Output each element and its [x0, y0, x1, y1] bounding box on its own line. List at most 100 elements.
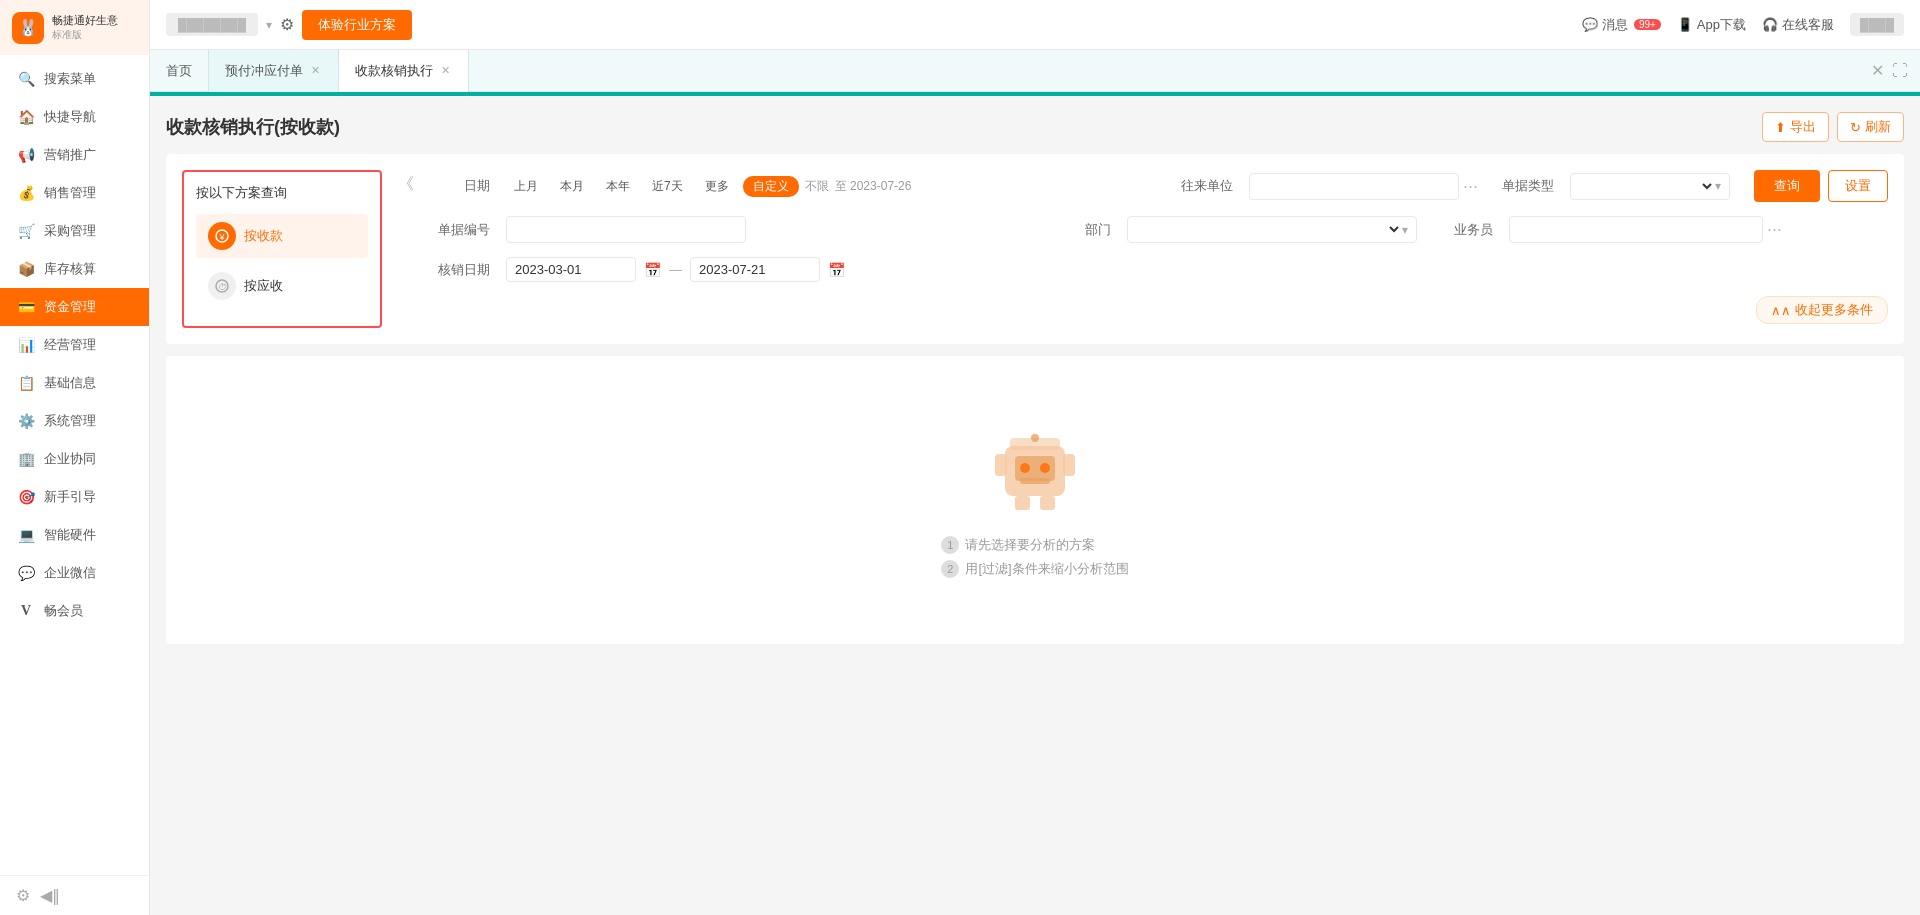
counterparty-more-btn[interactable]: ··· [1463, 176, 1478, 197]
page-title: 收款核销执行(按收款) [166, 115, 340, 139]
message-icon: 💬 [1582, 17, 1598, 32]
app-download-button[interactable]: 📱 App下载 [1677, 16, 1746, 34]
tabbar-actions: ✕ ⛶ [1871, 61, 1920, 80]
logo-icon: 🐰 [12, 12, 44, 44]
doc-no-input[interactable] [506, 216, 746, 243]
refresh-button[interactable]: ↻ 刷新 [1837, 112, 1904, 142]
newbie-icon: 🎯 [16, 489, 36, 505]
sidebar-item-sales[interactable]: 💰 销售管理 [0, 174, 149, 212]
user-info: ████ [1850, 13, 1904, 36]
operation-icon: 📊 [16, 337, 36, 353]
counterparty-input[interactable] [1249, 173, 1459, 200]
dept-select[interactable]: ▾ [1127, 216, 1418, 243]
sidebar-item-operation[interactable]: 📊 经营管理 [0, 326, 149, 364]
online-service-button[interactable]: 🎧 在线客服 [1762, 16, 1834, 34]
svg-rect-12 [1040, 496, 1055, 510]
empty-hint-1: 1 请先选择要分析的方案 [941, 536, 1128, 554]
message-button[interactable]: 💬 消息 99+ [1582, 16, 1661, 34]
doc-type-label: 单据类型 [1494, 177, 1554, 195]
sidebar-item-finance[interactable]: 💳 资金管理 [0, 288, 149, 326]
sidebar-item-search[interactable]: 🔍 搜索菜单 [0, 60, 149, 98]
topbar: ████████ ▾ ⚙ 体验行业方案 💬 消息 99+ 📱 App下载 🎧 在… [150, 0, 1920, 50]
write-off-start-calendar-icon[interactable]: 📅 [644, 262, 661, 278]
query-option-by-receivable[interactable]: ⏱ 按应收 [196, 264, 368, 308]
date-last-month-btn[interactable]: 上月 [506, 176, 546, 197]
sidebar-item-inventory[interactable]: 📦 库存核算 [0, 250, 149, 288]
sidebar-collapse-button[interactable]: ◀‖ [40, 886, 60, 905]
tabbar-close-all-button[interactable]: ✕ [1871, 61, 1884, 80]
svg-rect-9 [995, 454, 1007, 476]
doc-type-select[interactable]: ▾ [1570, 173, 1730, 200]
date-more-btn[interactable]: 更多 [697, 176, 737, 197]
dept-select-input[interactable] [1136, 221, 1403, 238]
empty-hint-2: 2 用[过滤]条件来缩小分析范围 [941, 560, 1128, 578]
sidebar-item-member[interactable]: V 畅会员 [0, 592, 149, 630]
date-custom-btn[interactable]: 自定义 [743, 176, 799, 197]
settings-button[interactable]: 设置 [1828, 170, 1888, 202]
topbar-dropdown-arrow[interactable]: ▾ [266, 18, 272, 32]
industry-solution-button[interactable]: 体验行业方案 [302, 10, 412, 40]
svg-point-6 [1020, 463, 1030, 473]
tab-prepay-close[interactable]: ✕ [309, 62, 322, 79]
svg-rect-8 [1020, 478, 1050, 484]
write-off-start-input[interactable] [506, 257, 636, 282]
topbar-gear-icon[interactable]: ⚙ [280, 15, 294, 34]
sidebar-item-purchase[interactable]: 🛒 采购管理 [0, 212, 149, 250]
receivable-option-label: 按应收 [244, 277, 283, 295]
sidebar-gear-button[interactable]: ⚙ [16, 886, 30, 905]
topbar-brand: ████████ [166, 13, 258, 36]
svg-rect-11 [1015, 496, 1030, 510]
query-panel-collapse-arrow[interactable]: 《 [398, 170, 414, 195]
logo-sub: 标准版 [52, 28, 118, 42]
sidebar-item-marketing[interactable]: 📢 营销推广 [0, 136, 149, 174]
sidebar-item-system[interactable]: ⚙️ 系统管理 [0, 402, 149, 440]
svg-text:⏱: ⏱ [218, 282, 227, 292]
doc-no-label: 单据编号 [430, 221, 490, 239]
export-button[interactable]: ⬆ 导出 [1762, 112, 1829, 142]
sidebar-item-newbie[interactable]: 🎯 新手引导 [0, 478, 149, 516]
page-actions: ⬆ 导出 ↻ 刷新 [1762, 112, 1904, 142]
sidebar: 🐰 畅捷通好生意 标准版 🔍 搜索菜单 🏠 快捷导航 📢 营销推广 💰 销售管理… [0, 0, 150, 915]
collapse-more-button[interactable]: ∧∧ 收起更多条件 [1756, 296, 1888, 324]
action-buttons: 查询 设置 [1754, 170, 1888, 202]
query-option-by-collection[interactable]: ¥ 按收款 [196, 214, 368, 258]
sidebar-item-hardware[interactable]: 💻 智能硬件 [0, 516, 149, 554]
query-button[interactable]: 查询 [1754, 170, 1820, 202]
date-quick-buttons: 上月 本月 本年 近7天 更多 自定义 不限 至 2023-07-26 [506, 176, 911, 197]
tab-home[interactable]: 首页 [150, 50, 209, 92]
service-icon: 🎧 [1762, 17, 1778, 32]
tab-collection[interactable]: 收款核销执行 ✕ [339, 50, 469, 92]
wechat-icon: 💬 [16, 565, 36, 581]
sidebar-item-enterprise[interactable]: 🏢 企业协同 [0, 440, 149, 478]
sidebar-item-quicknav[interactable]: 🏠 快捷导航 [0, 98, 149, 136]
staff-more-btn[interactable]: ··· [1767, 219, 1782, 240]
write-off-end-calendar-icon[interactable]: 📅 [828, 262, 845, 278]
date-last-7days-btn[interactable]: 近7天 [644, 176, 691, 197]
tab-prepay[interactable]: 预付冲应付单 ✕ [209, 50, 339, 92]
date-this-month-btn[interactable]: 本月 [552, 176, 592, 197]
staff-input[interactable] [1509, 216, 1763, 243]
page-content: 收款核销执行(按收款) ⬆ 导出 ↻ 刷新 按以下方案查询 [150, 96, 1920, 915]
svg-point-7 [1040, 463, 1050, 473]
write-off-end-input[interactable] [690, 257, 820, 282]
tabbar-expand-button[interactable]: ⛶ [1892, 62, 1908, 80]
filter-row-2: 单据编号 部门 ▾ 业务员 ··· [430, 216, 1888, 243]
filter-row-3: 核销日期 📅 — 📅 [430, 257, 1888, 282]
date-no-limit-label: 不限 [805, 178, 829, 195]
date-this-year-btn[interactable]: 本年 [598, 176, 638, 197]
svg-rect-10 [1063, 454, 1075, 476]
sidebar-item-basic[interactable]: 📋 基础信息 [0, 364, 149, 402]
staff-label: 业务员 [1433, 221, 1493, 239]
tab-collection-close[interactable]: ✕ [439, 62, 452, 79]
date-to-label: 至 2023-07-26 [835, 178, 912, 195]
collection-option-label: 按收款 [244, 227, 283, 245]
sidebar-logo: 🐰 畅捷通好生意 标准版 [0, 0, 149, 55]
phone-icon: 📱 [1677, 17, 1693, 32]
export-icon: ⬆ [1775, 120, 1786, 135]
filter-area: 日期 上月 本月 本年 近7天 更多 自定义 不限 至 2023-07-26 往… [430, 170, 1888, 328]
query-options: 按以下方案查询 ¥ 按收款 ⏱ [182, 170, 382, 328]
sidebar-item-wechat[interactable]: 💬 企业微信 [0, 554, 149, 592]
doc-type-select-input[interactable] [1579, 178, 1715, 195]
system-icon: ⚙️ [16, 413, 36, 429]
dept-chevron-icon: ▾ [1402, 223, 1408, 237]
